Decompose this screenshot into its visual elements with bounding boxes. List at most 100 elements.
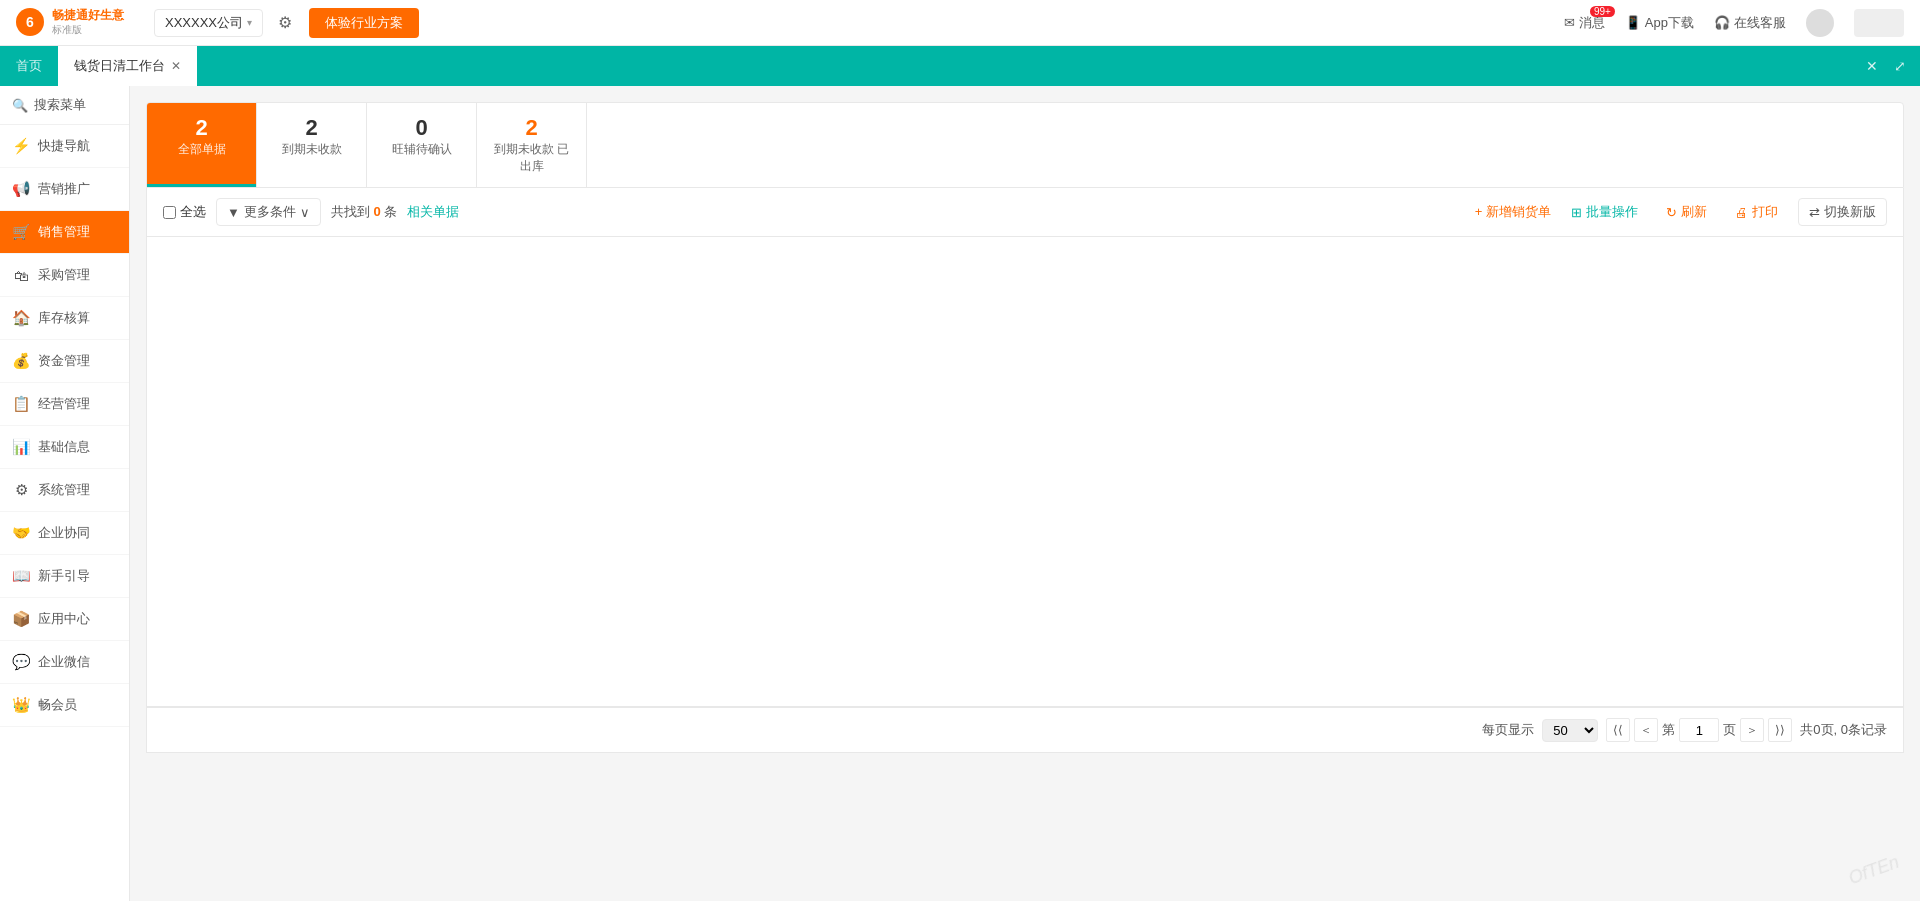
stats-tabs: 2 全部单据 2 到期未收款 0 旺辅待确认 2 到期未收款 已出库 xyxy=(146,102,1904,188)
sidebar-item-marketing[interactable]: 📢 营销推广 xyxy=(0,168,129,211)
sidebar-item-basic-info[interactable]: 📊 基础信息 xyxy=(0,426,129,469)
stat-num-all: 2 xyxy=(163,115,240,141)
tab-expand-button[interactable]: ⤢ xyxy=(1890,54,1910,78)
settings-button[interactable]: ⚙ xyxy=(271,9,299,37)
quick-nav-icon: ⚡ xyxy=(12,137,30,155)
tab-home[interactable]: 首页 xyxy=(0,46,58,86)
sidebar-item-quick-nav[interactable]: ⚡ 快捷导航 xyxy=(0,125,129,168)
stat-label-pending: 旺辅待确认 xyxy=(383,141,460,158)
sidebar-item-inventory[interactable]: 🏠 库存核算 xyxy=(0,297,129,340)
refresh-button[interactable]: ↻ 刷新 xyxy=(1658,199,1715,225)
message-badge: 99+ xyxy=(1590,6,1615,17)
filter-icon: ▼ xyxy=(227,205,240,220)
sidebar-item-label: 应用中心 xyxy=(38,610,90,628)
table-area xyxy=(146,237,1904,707)
filter-label: 更多条件 xyxy=(244,203,296,221)
sidebar-item-guide[interactable]: 📖 新手引导 xyxy=(0,555,129,598)
page-nav: ⟨⟨ ＜ 第 1 页 ＞ ⟩⟩ xyxy=(1606,718,1792,742)
sidebar-item-operations[interactable]: 📋 经营管理 xyxy=(0,383,129,426)
company-select[interactable]: XXXXXX公司 ▾ xyxy=(154,9,263,37)
stat-tab-pending[interactable]: 0 旺辅待确认 xyxy=(367,103,477,187)
last-page-button[interactable]: ⟩⟩ xyxy=(1768,718,1792,742)
tab-controls: ✕ ⤢ xyxy=(1862,54,1920,78)
sidebar-item-label: 营销推广 xyxy=(38,180,90,198)
header-right: ✉ 消息 99+ 📱 App下载 🎧 在线客服 xyxy=(1564,9,1904,37)
found-text: 共找到 0 条 xyxy=(331,203,397,221)
sidebar-search-button[interactable]: 🔍 搜索菜单 xyxy=(0,86,129,125)
sidebar-item-label: 经营管理 xyxy=(38,395,90,413)
select-all-input[interactable] xyxy=(163,206,176,219)
sidebar-item-label: 企业微信 xyxy=(38,653,90,671)
user-name-area[interactable] xyxy=(1854,9,1904,37)
batch-icon: ⊞ xyxy=(1571,205,1582,220)
select-all-label: 全选 xyxy=(180,203,206,221)
per-page-label: 每页显示 xyxy=(1482,721,1534,739)
total-info: 共0页, 0条记录 xyxy=(1800,721,1887,739)
stat-tab-all[interactable]: 2 全部单据 xyxy=(147,103,257,187)
sidebar-item-sales[interactable]: 🛒 销售管理 xyxy=(0,211,129,254)
stat-num-pending: 0 xyxy=(383,115,460,141)
stat-num-not-shipped: 2 xyxy=(493,115,570,141)
per-page-select[interactable]: 50 100 200 xyxy=(1542,719,1598,742)
avatar[interactable] xyxy=(1806,9,1834,37)
switch-version-button[interactable]: ⇄ 切换新版 xyxy=(1798,198,1887,226)
download-icon: 📱 xyxy=(1625,15,1641,30)
sidebar-item-label: 采购管理 xyxy=(38,266,90,284)
print-icon: 🖨 xyxy=(1735,205,1748,220)
tab-workbench[interactable]: 钱货日清工作台 ✕ xyxy=(58,46,197,86)
sidebar-item-purchase[interactable]: 🛍 采购管理 xyxy=(0,254,129,297)
member-icon: 👑 xyxy=(12,696,30,714)
page-suffix: 页 xyxy=(1723,721,1736,739)
stat-label-overdue: 到期未收款 xyxy=(273,141,350,158)
sidebar-item-finance[interactable]: 💰 资金管理 xyxy=(0,340,129,383)
new-sales-order-button[interactable]: + 新增销货单 xyxy=(1475,203,1551,221)
next-page-button[interactable]: ＞ xyxy=(1740,718,1764,742)
tab-close-button[interactable]: ✕ xyxy=(1862,54,1882,78)
dropdown-arrow-icon: ▾ xyxy=(247,17,252,28)
sidebar-item-label: 系统管理 xyxy=(38,481,90,499)
sidebar-item-label: 畅会员 xyxy=(38,696,77,714)
sidebar-item-cooperation[interactable]: 🤝 企业协同 xyxy=(0,512,129,555)
first-page-button[interactable]: ⟨⟨ xyxy=(1606,718,1630,742)
sidebar-item-app-center[interactable]: 📦 应用中心 xyxy=(0,598,129,641)
sidebar-item-label: 快捷导航 xyxy=(38,137,90,155)
filter-button[interactable]: ▼ 更多条件 ∨ xyxy=(216,198,321,226)
enterprise-wx-icon: 💬 xyxy=(12,653,30,671)
logo-text-wrap: 畅捷通好生意 标准版 xyxy=(52,8,124,36)
tab-close-icon[interactable]: ✕ xyxy=(171,59,181,73)
toolbar: 全选 ▼ 更多条件 ∨ 共找到 0 条 相关单据 + 新增销货单 ⊞ 批量操作 … xyxy=(146,188,1904,237)
message-button[interactable]: ✉ 消息 99+ xyxy=(1564,14,1605,32)
sidebar-item-label: 库存核算 xyxy=(38,309,90,327)
service-icon: 🎧 xyxy=(1714,15,1730,30)
logo-sub: 标准版 xyxy=(52,23,124,37)
app-center-icon: 📦 xyxy=(12,610,30,628)
trial-button[interactable]: 体验行业方案 xyxy=(309,8,419,38)
stat-num-overdue: 2 xyxy=(273,115,350,141)
stat-tab-not-shipped[interactable]: 2 到期未收款 已出库 xyxy=(477,103,587,187)
message-icon: ✉ xyxy=(1564,15,1575,30)
main-content: 2 全部单据 2 到期未收款 0 旺辅待确认 2 到期未收款 已出库 全选 ▼ … xyxy=(130,86,1920,901)
pagination-bar: 每页显示 50 100 200 ⟨⟨ ＜ 第 1 页 ＞ ⟩⟩ 共0页, 0条记… xyxy=(146,707,1904,753)
sidebar-item-member[interactable]: 👑 畅会员 xyxy=(0,684,129,727)
select-all-checkbox[interactable]: 全选 xyxy=(163,203,206,221)
stat-tab-overdue[interactable]: 2 到期未收款 xyxy=(257,103,367,187)
found-count: 0 xyxy=(374,204,381,219)
sidebar: 🔍 搜索菜单 ⚡ 快捷导航 📢 营销推广 🛒 销售管理 🛍 采购管理 🏠 库存核… xyxy=(0,86,130,901)
page-input[interactable]: 1 xyxy=(1679,718,1719,742)
logo-icon: 6 xyxy=(16,8,44,36)
app-download-button[interactable]: 📱 App下载 xyxy=(1625,14,1694,32)
app-download-label: App下载 xyxy=(1645,14,1694,32)
sidebar-item-enterprise-wx[interactable]: 💬 企业微信 xyxy=(0,641,129,684)
sidebar-item-system[interactable]: ⚙ 系统管理 xyxy=(0,469,129,512)
online-service-button[interactable]: 🎧 在线客服 xyxy=(1714,14,1786,32)
gear-icon: ⚙ xyxy=(278,13,292,32)
batch-operation-button[interactable]: ⊞ 批量操作 xyxy=(1563,199,1646,225)
cooperation-icon: 🤝 xyxy=(12,524,30,542)
prev-page-button[interactable]: ＜ xyxy=(1634,718,1658,742)
purchase-icon: 🛍 xyxy=(12,267,30,284)
print-button[interactable]: 🖨 打印 xyxy=(1727,199,1786,225)
toolbar-right: + 新增销货单 ⊞ 批量操作 ↻ 刷新 🖨 打印 ⇄ 切换新版 xyxy=(1475,198,1887,226)
stat-label-not-shipped: 到期未收款 已出库 xyxy=(493,141,570,175)
related-orders-link[interactable]: 相关单据 xyxy=(407,203,459,221)
finance-icon: 💰 xyxy=(12,352,30,370)
